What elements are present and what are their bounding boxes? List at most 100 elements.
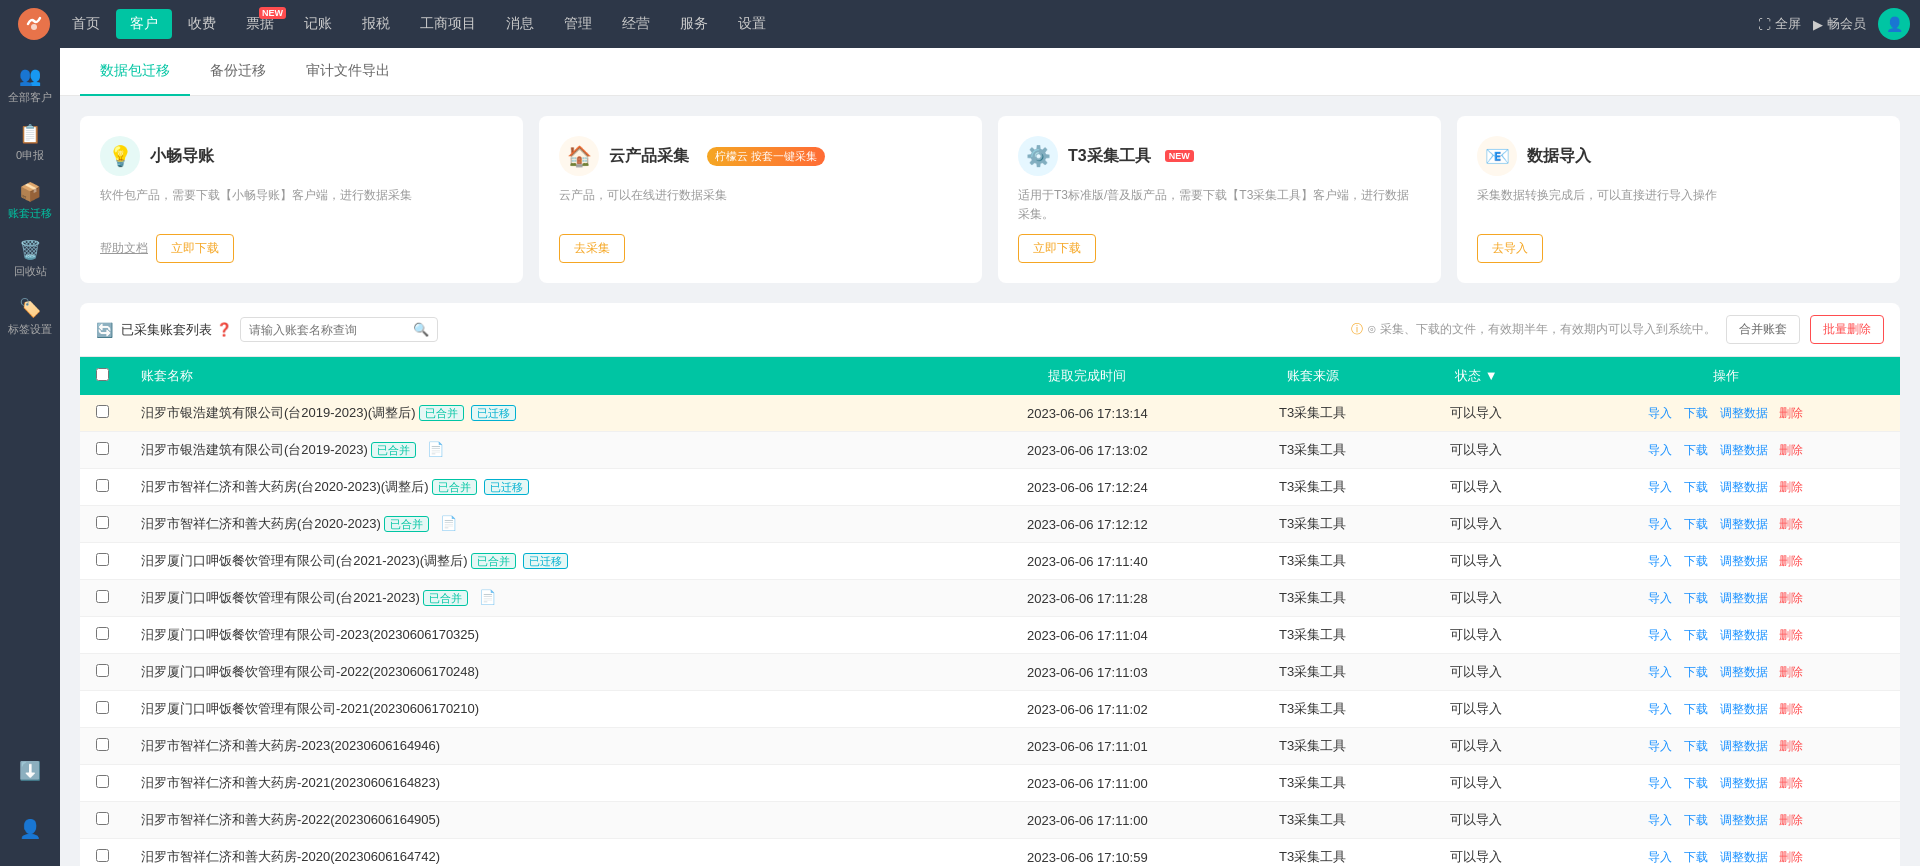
nav-service[interactable]: 服务	[666, 9, 722, 39]
sidebar-item-all-customers[interactable]: 👥 全部客户	[3, 58, 57, 112]
delete-action[interactable]: 删除	[1779, 480, 1803, 494]
merge-accounts-btn[interactable]: 合并账套	[1726, 315, 1800, 344]
delete-action[interactable]: 删除	[1779, 554, 1803, 568]
nav-business[interactable]: 工商项目	[406, 9, 490, 39]
download-action[interactable]: 下载	[1684, 406, 1708, 420]
import-action[interactable]: 导入	[1648, 480, 1672, 494]
download-action[interactable]: 下载	[1684, 443, 1708, 457]
delete-action[interactable]: 删除	[1779, 665, 1803, 679]
download-action[interactable]: 下载	[1684, 739, 1708, 753]
search-icon[interactable]: 🔍	[413, 322, 429, 337]
delete-action[interactable]: 删除	[1779, 776, 1803, 790]
adjust-action[interactable]: 调整数据	[1720, 628, 1768, 642]
row-checkbox[interactable]	[96, 812, 109, 825]
import-action[interactable]: 导入	[1648, 739, 1672, 753]
sidebar-item-zero-report[interactable]: 📋 0申报	[3, 116, 57, 170]
adjust-action[interactable]: 调整数据	[1720, 776, 1768, 790]
nav-settings[interactable]: 设置	[724, 9, 780, 39]
delete-action[interactable]: 删除	[1779, 517, 1803, 531]
delete-action[interactable]: 删除	[1779, 702, 1803, 716]
import-action[interactable]: 导入	[1648, 517, 1672, 531]
adjust-action[interactable]: 调整数据	[1720, 517, 1768, 531]
yunpincai-collect-btn[interactable]: 去采集	[559, 234, 625, 263]
app-logo[interactable]	[10, 0, 58, 48]
dataimport-import-btn[interactable]: 去导入	[1477, 234, 1543, 263]
row-checkbox[interactable]	[96, 849, 109, 862]
row-checkbox[interactable]	[96, 775, 109, 788]
delete-action[interactable]: 删除	[1779, 850, 1803, 864]
nav-invoice[interactable]: 票据NEW	[232, 9, 288, 39]
tab-audit-export[interactable]: 审计文件导出	[286, 48, 410, 96]
download-action[interactable]: 下载	[1684, 628, 1708, 642]
col-status[interactable]: 状态 ▼	[1401, 357, 1551, 395]
import-action[interactable]: 导入	[1648, 813, 1672, 827]
batch-delete-btn[interactable]: 批量删除	[1810, 315, 1884, 344]
select-all-checkbox[interactable]	[96, 368, 109, 381]
adjust-action[interactable]: 调整数据	[1720, 406, 1768, 420]
delete-action[interactable]: 删除	[1779, 628, 1803, 642]
nav-manage[interactable]: 管理	[550, 9, 606, 39]
import-action[interactable]: 导入	[1648, 850, 1672, 864]
download-action[interactable]: 下载	[1684, 813, 1708, 827]
download-action[interactable]: 下载	[1684, 554, 1708, 568]
row-checkbox[interactable]	[96, 553, 109, 566]
adjust-action[interactable]: 调整数据	[1720, 739, 1768, 753]
tab-backup-migrate[interactable]: 备份迁移	[190, 48, 286, 96]
refresh-icon[interactable]: 🔄	[96, 322, 113, 338]
import-action[interactable]: 导入	[1648, 628, 1672, 642]
download-action[interactable]: 下载	[1684, 850, 1708, 864]
fullscreen-button[interactable]: ⛶ 全屏	[1758, 15, 1801, 33]
import-action[interactable]: 导入	[1648, 665, 1672, 679]
row-checkbox[interactable]	[96, 738, 109, 751]
help-icon[interactable]: ❓	[216, 322, 232, 337]
row-checkbox[interactable]	[96, 701, 109, 714]
delete-action[interactable]: 删除	[1779, 591, 1803, 605]
sidebar-item-tag-settings[interactable]: 🏷️ 标签设置	[3, 290, 57, 344]
xiaochangzhang-download-btn[interactable]: 立即下载	[156, 234, 234, 263]
adjust-action[interactable]: 调整数据	[1720, 443, 1768, 457]
row-checkbox[interactable]	[96, 479, 109, 492]
sidebar-item-account-migrate[interactable]: 📦 账套迁移	[3, 174, 57, 228]
import-action[interactable]: 导入	[1648, 776, 1672, 790]
row-checkbox[interactable]	[96, 442, 109, 455]
delete-action[interactable]: 删除	[1779, 813, 1803, 827]
nav-operation[interactable]: 经营	[608, 9, 664, 39]
sidebar-item-recycle[interactable]: 🗑️ 回收站	[3, 232, 57, 286]
import-action[interactable]: 导入	[1648, 406, 1672, 420]
import-action[interactable]: 导入	[1648, 443, 1672, 457]
search-input[interactable]	[249, 323, 409, 337]
adjust-action[interactable]: 调整数据	[1720, 813, 1768, 827]
nav-home[interactable]: 首页	[58, 9, 114, 39]
download-action[interactable]: 下载	[1684, 665, 1708, 679]
nav-message[interactable]: 消息	[492, 9, 548, 39]
import-action[interactable]: 导入	[1648, 554, 1672, 568]
user-avatar[interactable]: 👤	[1878, 8, 1910, 40]
adjust-action[interactable]: 调整数据	[1720, 850, 1768, 864]
delete-action[interactable]: 删除	[1779, 739, 1803, 753]
adjust-action[interactable]: 调整数据	[1720, 591, 1768, 605]
tab-data-package[interactable]: 数据包迁移	[80, 48, 190, 96]
row-checkbox[interactable]	[96, 590, 109, 603]
download-action[interactable]: 下载	[1684, 517, 1708, 531]
member-button[interactable]: ▶ 畅会员	[1813, 15, 1866, 33]
row-checkbox[interactable]	[96, 516, 109, 529]
nav-bookkeep[interactable]: 记账	[290, 9, 346, 39]
import-action[interactable]: 导入	[1648, 702, 1672, 716]
download-action[interactable]: 下载	[1684, 702, 1708, 716]
adjust-action[interactable]: 调整数据	[1720, 702, 1768, 716]
row-checkbox[interactable]	[96, 405, 109, 418]
xiaochangzhang-help-link[interactable]: 帮助文档	[100, 240, 148, 257]
sidebar-item-download[interactable]: ⬇️	[3, 744, 57, 798]
row-checkbox[interactable]	[96, 664, 109, 677]
adjust-action[interactable]: 调整数据	[1720, 554, 1768, 568]
delete-action[interactable]: 删除	[1779, 406, 1803, 420]
row-checkbox[interactable]	[96, 627, 109, 640]
t3tool-download-btn[interactable]: 立即下载	[1018, 234, 1096, 263]
adjust-action[interactable]: 调整数据	[1720, 665, 1768, 679]
download-action[interactable]: 下载	[1684, 480, 1708, 494]
nav-customer[interactable]: 客户	[116, 9, 172, 39]
sidebar-item-user[interactable]: 👤	[3, 802, 57, 856]
import-action[interactable]: 导入	[1648, 591, 1672, 605]
download-action[interactable]: 下载	[1684, 776, 1708, 790]
nav-fee[interactable]: 收费	[174, 9, 230, 39]
